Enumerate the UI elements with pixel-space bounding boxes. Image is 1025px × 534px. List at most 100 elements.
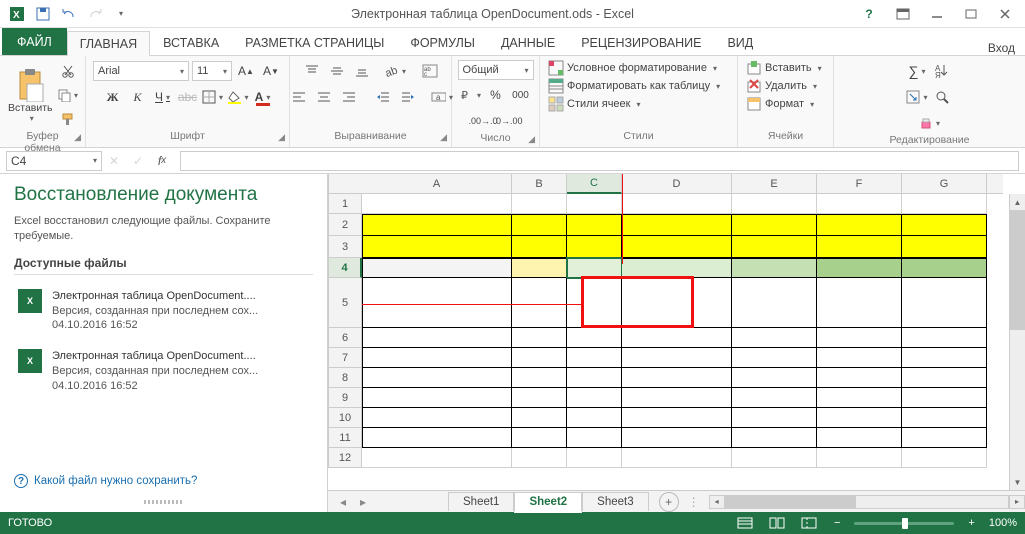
sort-filter-icon[interactable]: AЯ (931, 60, 953, 82)
cell[interactable] (512, 258, 567, 278)
scroll-left-icon[interactable]: ◂ (709, 495, 725, 509)
cell-styles-button[interactable]: Стили ячеек▾ (548, 96, 641, 112)
tab-formulas[interactable]: ФОРМУЛЫ (397, 30, 488, 55)
cell[interactable] (902, 448, 987, 468)
italic-button[interactable]: К (127, 86, 149, 108)
cell[interactable] (902, 194, 987, 214)
align-middle-icon[interactable] (326, 60, 348, 82)
recovery-help-link[interactable]: ? Какой файл нужно сохранить? (14, 468, 313, 494)
cell[interactable] (817, 348, 902, 368)
scroll-up-icon[interactable]: ▲ (1010, 194, 1025, 210)
close-button[interactable] (989, 2, 1021, 26)
cell[interactable] (622, 214, 732, 236)
cell[interactable] (567, 348, 622, 368)
conditional-formatting-button[interactable]: Условное форматирование▾ (548, 60, 717, 76)
cell[interactable] (902, 368, 987, 388)
font-size-select[interactable]: 11▾ (192, 61, 232, 81)
cell[interactable] (567, 236, 622, 258)
cell[interactable] (902, 258, 987, 278)
tab-home[interactable]: ГЛАВНАЯ (67, 31, 150, 56)
cell[interactable] (817, 368, 902, 388)
cell[interactable] (512, 428, 567, 448)
row-header[interactable]: 9 (328, 388, 362, 408)
qat-customize-icon[interactable]: ▾ (110, 3, 132, 25)
zoom-thumb[interactable] (902, 518, 908, 529)
cell[interactable] (567, 214, 622, 236)
column-header[interactable]: A (362, 174, 512, 194)
font-color-button[interactable]: A▾ (252, 86, 274, 108)
dialog-launcher-icon[interactable]: ◢ (440, 132, 447, 143)
cell[interactable] (902, 328, 987, 348)
cell[interactable] (622, 348, 732, 368)
sheet-tab[interactable]: Sheet3 (582, 492, 648, 511)
sheet-tab[interactable]: Sheet2 (514, 492, 582, 513)
cell[interactable] (362, 388, 512, 408)
column-header[interactable]: C (567, 174, 622, 194)
cell[interactable] (622, 388, 732, 408)
tab-view[interactable]: ВИД (714, 30, 766, 55)
page-break-view-icon[interactable] (798, 514, 820, 532)
cell[interactable] (622, 368, 732, 388)
save-icon[interactable] (32, 3, 54, 25)
row-header[interactable]: 12 (328, 448, 362, 468)
recovery-item[interactable]: X Электронная таблица OpenDocument.... В… (14, 281, 313, 342)
cell[interactable] (732, 348, 817, 368)
horizontal-scrollbar[interactable] (725, 495, 1009, 509)
cell[interactable] (817, 194, 902, 214)
decrease-indent-icon[interactable] (372, 86, 394, 108)
cell[interactable] (512, 328, 567, 348)
cell[interactable] (732, 368, 817, 388)
format-cells-button[interactable]: Формат▾ (746, 96, 814, 112)
cell[interactable] (567, 408, 622, 428)
column-header[interactable]: E (732, 174, 817, 194)
maximize-button[interactable] (955, 2, 987, 26)
tab-page-layout[interactable]: РАЗМЕТКА СТРАНИЦЫ (232, 30, 397, 55)
cell[interactable] (622, 194, 732, 214)
align-bottom-icon[interactable] (351, 60, 373, 82)
row-header[interactable]: 6 (328, 328, 362, 348)
cell[interactable] (362, 348, 512, 368)
cell[interactable] (817, 214, 902, 236)
cell[interactable] (567, 278, 622, 328)
column-header[interactable]: G (902, 174, 987, 194)
row-header[interactable]: 2 (328, 214, 362, 236)
formula-input[interactable] (180, 151, 1019, 171)
insert-cells-button[interactable]: Вставить▾ (746, 60, 822, 76)
decrease-decimal-icon[interactable]: .0→.00 (497, 110, 519, 132)
enter-formula-icon[interactable]: ✓ (126, 151, 150, 171)
find-select-icon[interactable] (931, 86, 953, 108)
cell[interactable] (512, 448, 567, 468)
fill-icon[interactable]: ▾ (906, 86, 928, 108)
zoom-level[interactable]: 100% (989, 517, 1017, 529)
underline-button[interactable]: Ч▾ (152, 86, 174, 108)
strikethrough-button[interactable]: abc (177, 86, 199, 108)
cell[interactable] (622, 258, 732, 278)
tab-insert[interactable]: ВСТАВКА (150, 30, 232, 55)
cell[interactable] (817, 448, 902, 468)
select-all-button[interactable] (328, 174, 362, 194)
zoom-slider[interactable] (854, 522, 954, 525)
decrease-font-icon[interactable]: A▼ (260, 60, 282, 82)
row-header[interactable]: 5 (328, 278, 362, 328)
row-header[interactable]: 11 (328, 428, 362, 448)
row-header[interactable]: 10 (328, 408, 362, 428)
cell[interactable] (362, 408, 512, 428)
cell[interactable] (362, 278, 512, 328)
cell[interactable] (817, 408, 902, 428)
cell[interactable] (902, 408, 987, 428)
font-name-select[interactable]: Arial▾ (93, 61, 189, 81)
cell[interactable] (732, 236, 817, 258)
cell[interactable] (567, 194, 622, 214)
normal-view-icon[interactable] (734, 514, 756, 532)
cell[interactable] (567, 258, 622, 278)
undo-icon[interactable] (58, 3, 80, 25)
cell[interactable] (732, 194, 817, 214)
row-header[interactable]: 8 (328, 368, 362, 388)
cell[interactable] (622, 328, 732, 348)
cell[interactable] (362, 214, 512, 236)
cell[interactable] (817, 236, 902, 258)
number-format-select[interactable]: Общий▾ (458, 60, 534, 80)
cell[interactable] (512, 194, 567, 214)
comma-style-icon[interactable]: 000 (510, 84, 532, 106)
excel-app-icon[interactable]: X (6, 3, 28, 25)
